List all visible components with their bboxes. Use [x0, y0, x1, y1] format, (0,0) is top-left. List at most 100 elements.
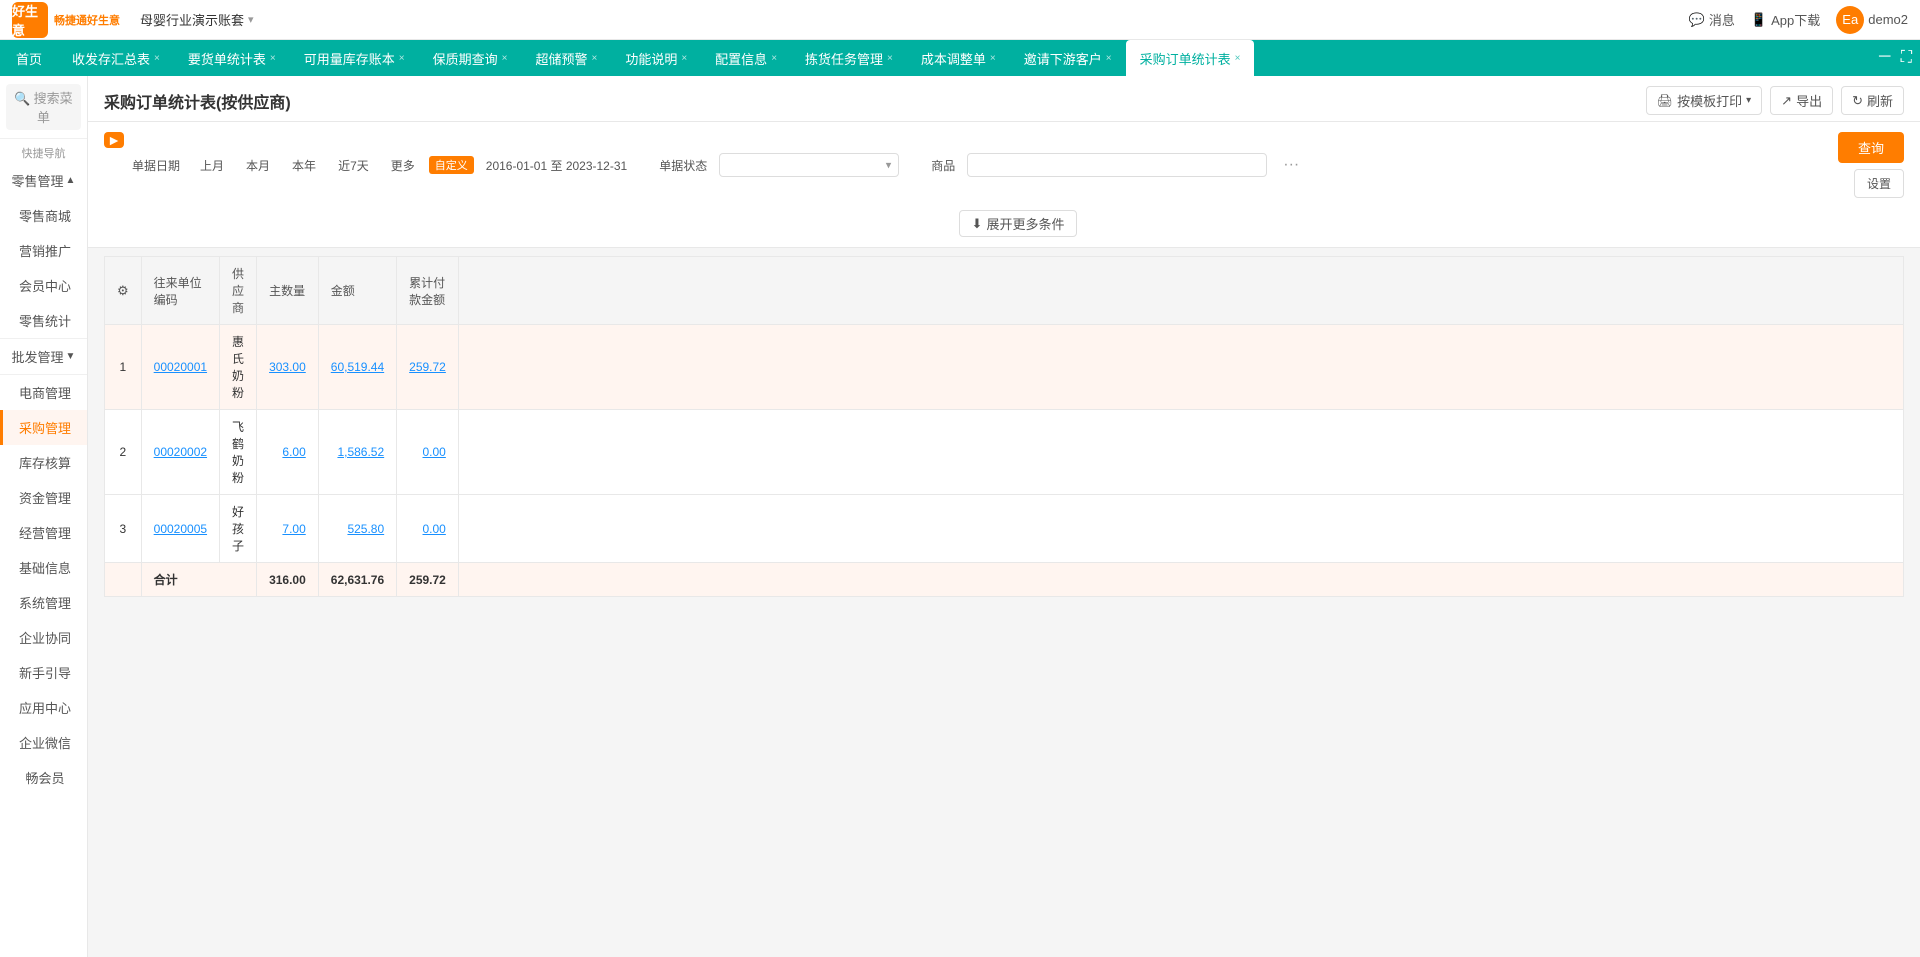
sidebar-item-jingying[interactable]: 经营管理: [0, 515, 87, 550]
row-amount-1[interactable]: 60,519.44: [318, 325, 396, 410]
content-area: 采购订单统计表(按供应商) 🖨 按模板打印 ▾ ↗ 导出 ↻ 刷新: [88, 76, 1920, 957]
row-code-2[interactable]: 00020002: [141, 410, 219, 495]
row-paid-2[interactable]: 0.00: [397, 410, 459, 495]
sidebar-item-changyuanvip[interactable]: 畅会员: [0, 760, 87, 795]
sidebar-item-pifaguanli[interactable]: 批发管理 ▼: [0, 339, 87, 374]
tab-shoufacun-close[interactable]: ×: [154, 53, 160, 64]
tab-yaoqing-close[interactable]: ×: [1106, 53, 1112, 64]
refresh-button[interactable]: ↻ 刷新: [1841, 86, 1904, 115]
goods-more-icon[interactable]: ···: [1283, 156, 1299, 174]
row-paid-3[interactable]: 0.00: [397, 495, 459, 563]
expand-more-button[interactable]: ⬇ 展开更多条件: [959, 210, 1078, 237]
tab-chengben[interactable]: 成本调整单 ×: [907, 40, 1010, 76]
tab-baozhi[interactable]: 保质期查询 ×: [419, 40, 522, 76]
row-qty-3[interactable]: 7.00: [257, 495, 319, 563]
print-button[interactable]: 🖨 按模板打印 ▾: [1646, 86, 1763, 115]
nav-tabs-bar: 首页 收发存汇总表 × 要货单统计表 × 可用量库存账本 × 保质期查询 × 超…: [0, 40, 1920, 76]
export-button[interactable]: ↗ 导出: [1770, 86, 1833, 115]
sidebar-item-kucun[interactable]: 库存核算: [0, 445, 87, 480]
sidebar-item-yingxiao[interactable]: 营销推广: [0, 233, 87, 268]
row-paid-1[interactable]: 259.72: [397, 325, 459, 410]
tab-chaochuyujing[interactable]: 超储预警 ×: [521, 40, 611, 76]
sidebar-zijin-label: 资金管理: [19, 491, 71, 506]
table-row: 3 00020005 好孩子 7.00 525.80 0.00: [105, 495, 1904, 563]
sidebar: 🔍 搜索菜单 快捷导航 零售管理 ▲ 零售商城 营销推广 会员中心 零售统计: [0, 76, 88, 957]
chevron-down-icon: ▾: [248, 13, 254, 26]
date-shortcuts: 上月 本月 本年 近7天 更多 自定义: [192, 155, 474, 176]
status-select[interactable]: [719, 153, 899, 177]
row-amount-3[interactable]: 525.80: [318, 495, 396, 563]
row-code-3[interactable]: 00020005: [141, 495, 219, 563]
tab-peizhi[interactable]: 配置信息 ×: [701, 40, 791, 76]
settings-button[interactable]: 设置: [1854, 169, 1904, 198]
tab-jianhuo-close[interactable]: ×: [887, 53, 893, 64]
search-label: 搜索菜单: [34, 91, 73, 125]
row-extra-3: [458, 495, 1903, 563]
tab-yaoqing[interactable]: 邀请下游客户 ×: [1010, 40, 1126, 76]
row-qty-2[interactable]: 6.00: [257, 410, 319, 495]
date-btn-thismonth[interactable]: 本月: [238, 155, 278, 176]
sidebar-lingshoutongji-label: 零售统计: [19, 314, 71, 329]
sidebar-item-huiyuan[interactable]: 会员中心: [0, 268, 87, 303]
sidebar-item-lingshouguanli[interactable]: 零售管理 ▲: [0, 163, 87, 198]
tab-keyongliang[interactable]: 可用量库存账本 ×: [290, 40, 419, 76]
sidebar-item-lingshougongcheng[interactable]: 零售商城: [0, 198, 87, 233]
tab-gongneng[interactable]: 功能说明 ×: [611, 40, 701, 76]
date-btn-lastmonth[interactable]: 上月: [192, 155, 232, 176]
table-row: 1 00020001 惠氏奶粉 303.00 60,519.44 259.72: [105, 325, 1904, 410]
tab-chaochuyujing-close[interactable]: ×: [591, 53, 597, 64]
sidebar-item-qiyexietong[interactable]: 企业协同: [0, 620, 87, 655]
sidebar-item-dianshang[interactable]: 电商管理: [0, 375, 87, 410]
minimize-icon[interactable]: －: [1877, 50, 1893, 66]
query-button[interactable]: 查询: [1838, 132, 1904, 163]
total-label: 合计: [141, 563, 256, 597]
toggle-filter-button[interactable]: ►: [104, 132, 124, 148]
tab-chengben-close[interactable]: ×: [990, 53, 996, 64]
logo-text: 好生意: [12, 1, 48, 39]
user-area[interactable]: Ea demo2: [1836, 6, 1908, 34]
row-qty-1[interactable]: 303.00: [257, 325, 319, 410]
sidebar-item-yingyongzhongxin[interactable]: 应用中心: [0, 690, 87, 725]
tab-caigou[interactable]: 采购订单统计表 ×: [1126, 40, 1255, 76]
tab-keyongliang-close[interactable]: ×: [399, 53, 405, 64]
table-footer: 合计 316.00 62,631.76 259.72: [105, 563, 1904, 597]
row-amount-2[interactable]: 1,586.52: [318, 410, 396, 495]
gear-icon[interactable]: ⚙: [117, 283, 129, 298]
total-empty: [105, 563, 142, 597]
goods-input[interactable]: [967, 153, 1267, 177]
th-extra: [458, 257, 1903, 325]
table-row: 2 00020002 飞鹤奶粉 6.00 1,586.52 0.00: [105, 410, 1904, 495]
sidebar-item-qiyeweixin[interactable]: 企业微信: [0, 725, 87, 760]
sidebar-item-jichu[interactable]: 基础信息: [0, 550, 87, 585]
date-range-display: 2016-01-01 至 2023-12-31: [486, 157, 627, 174]
sidebar-item-zijin[interactable]: 资金管理: [0, 480, 87, 515]
tab-baozhi-close[interactable]: ×: [502, 53, 508, 64]
page-title: 采购订单统计表(按供应商): [104, 89, 291, 113]
tab-shoufacun[interactable]: 收发存汇总表 ×: [58, 40, 174, 76]
tab-jianhuo[interactable]: 拣货任务管理 ×: [791, 40, 907, 76]
logo-icon: 好生意: [12, 2, 48, 38]
tab-gongneng-close[interactable]: ×: [681, 53, 687, 64]
tab-home[interactable]: 首页: [0, 40, 58, 76]
page-actions: 🖨 按模板打印 ▾ ↗ 导出 ↻ 刷新: [1646, 86, 1904, 115]
date-btn-thisyear[interactable]: 本年: [284, 155, 324, 176]
app-download-button[interactable]: 📱 App下载: [1751, 10, 1820, 29]
tab-yaohuo-close[interactable]: ×: [270, 53, 276, 64]
row-code-1[interactable]: 00020001: [141, 325, 219, 410]
tab-caigou-close[interactable]: ×: [1235, 53, 1241, 64]
maximize-icon[interactable]: ⛶: [1901, 50, 1912, 66]
sidebar-item-xinshouyindao[interactable]: 新手引导: [0, 655, 87, 690]
search-box[interactable]: 🔍 搜索菜单: [6, 84, 81, 130]
sidebar-nav-label: 快捷导航: [0, 139, 87, 163]
sidebar-search[interactable]: 🔍 搜索菜单: [0, 76, 87, 139]
sidebar-item-xitong[interactable]: 系统管理: [0, 585, 87, 620]
date-btn-more[interactable]: 更多: [383, 155, 423, 176]
message-button[interactable]: 💬 消息: [1689, 10, 1735, 29]
tab-peizhi-label: 配置信息: [715, 49, 767, 68]
sidebar-item-lingshoutongji[interactable]: 零售统计: [0, 303, 87, 338]
date-btn-7days[interactable]: 近7天: [330, 155, 377, 176]
sidebar-item-caigou[interactable]: 采购管理: [0, 410, 87, 445]
tab-yaohuo[interactable]: 要货单统计表 ×: [174, 40, 290, 76]
store-selector[interactable]: 母婴行业演示账套 ▾: [140, 10, 254, 29]
tab-peizhi-close[interactable]: ×: [771, 53, 777, 64]
